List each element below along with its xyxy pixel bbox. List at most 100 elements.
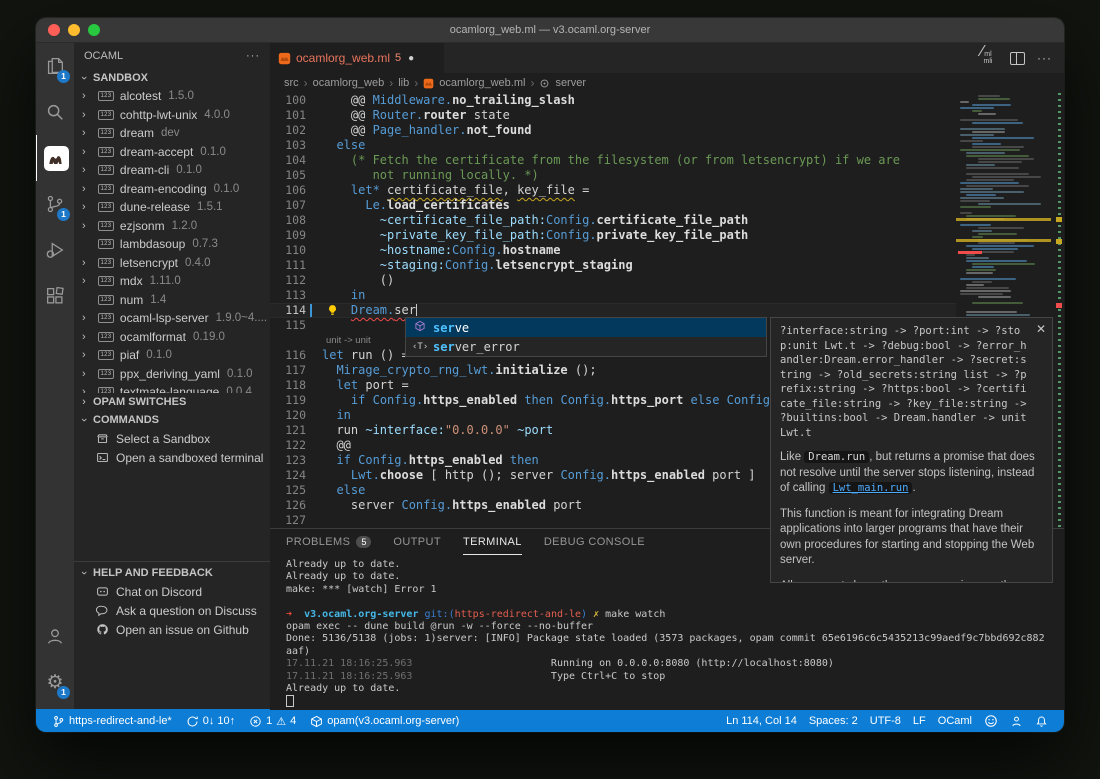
breadcrumb-file[interactable]: ocamlorg_web.ml <box>439 77 525 89</box>
zoom-window-button[interactable] <box>88 24 100 36</box>
package-version-icon: 123 <box>98 128 114 139</box>
status-opam-env[interactable]: opam(v3.ocaml.org-server) <box>304 709 465 732</box>
split-editor-icon[interactable] <box>1010 51 1025 65</box>
activity-ocaml[interactable] <box>36 135 75 181</box>
sidebar-header: OCAML ··· <box>74 43 270 69</box>
title-bar: ocamlorg_web.ml — v3.ocaml.org-server <box>36 18 1064 43</box>
minimize-window-button[interactable] <box>68 24 80 36</box>
activity-search[interactable] <box>36 89 74 135</box>
suggest-item-server_error[interactable]: ‹T› server_error <box>406 337 766 356</box>
sidebar: OCAML ··· › SANDBOX › 123 alcotest 1.5.0 › 12… <box>74 43 270 709</box>
activity-run-debug[interactable] <box>36 227 74 273</box>
section-sandbox-header[interactable]: › SANDBOX <box>74 69 270 87</box>
sandbox-tree-item[interactable]: › 123 dream-encoding 0.1.0 <box>74 180 270 199</box>
code-line[interactable]: 114 Dream.ser <box>270 303 956 318</box>
code-line[interactable]: 110 ~hostname:Config.hostname <box>270 243 956 258</box>
suggest-item-serve[interactable]: serve <box>406 318 766 337</box>
line-number: 126 <box>285 498 306 512</box>
chevron-right-icon: › <box>82 330 86 343</box>
command-select-sandbox[interactable]: Select a Sandbox <box>74 429 270 448</box>
code-line[interactable]: 113 in <box>270 288 956 303</box>
sandbox-tree-item[interactable]: 123 lambdasoup 0.7.3 <box>74 235 270 254</box>
chevron-right-icon: › <box>82 367 86 380</box>
status-language[interactable]: OCaml <box>932 715 978 727</box>
code-line[interactable]: 101 @@ Router.router state <box>270 108 956 123</box>
code-line[interactable]: 104 (* Fetch the certificate from the fi… <box>270 153 956 168</box>
sandbox-tree-item[interactable]: › 123 alcotest 1.5.0 <box>74 87 270 106</box>
ml-mli-switch-icon[interactable]: ml mli ⁄ <box>978 44 998 66</box>
sidebar-more-actions[interactable]: ··· <box>246 50 260 62</box>
sandbox-tree-item[interactable]: › 123 ocamlformat 0.19.0 <box>74 328 270 347</box>
status-indentation[interactable]: Spaces: 2 <box>803 715 864 727</box>
code-line[interactable]: 103 else <box>270 138 956 153</box>
section-opam-switches-header[interactable]: › OPAM SWITCHES <box>74 393 270 411</box>
close-icon[interactable]: ✕ <box>1036 322 1046 336</box>
code-line[interactable]: 100 @@ Middleware.no_trailing_slash <box>270 93 956 108</box>
activity-extensions[interactable] <box>36 273 74 319</box>
sandbox-tree-item[interactable]: › 123 piaf 0.1.0 <box>74 346 270 365</box>
sandbox-tree-item[interactable]: 123 num 1.4 <box>74 291 270 310</box>
code-lens-label[interactable]: unit -> unit <box>326 333 371 348</box>
code-line[interactable]: 107 Le.load_certificates <box>270 198 956 213</box>
chevron-down-icon: › <box>78 418 90 422</box>
sandbox-tree-item[interactable]: › 123 dream-cli 0.1.0 <box>74 161 270 180</box>
chevron-right-icon: › <box>82 164 86 177</box>
inline-code-link[interactable]: Lwt_main.run <box>828 482 913 494</box>
sandbox-tree-item[interactable]: › 123 mdx 1.11.0 <box>74 272 270 291</box>
sandbox-tree-item[interactable]: › 123 ppx_deriving_yaml 0.1.0 <box>74 365 270 384</box>
package-name: alcotest <box>119 89 162 104</box>
line-number: 114 <box>285 303 306 317</box>
activity-accounts[interactable] <box>36 613 74 659</box>
sandbox-tree-item[interactable]: › 123 dune-release 1.5.1 <box>74 198 270 217</box>
status-eol[interactable]: LF <box>907 715 932 727</box>
help-github-issue[interactable]: Open an issue on Github <box>74 620 270 639</box>
command-open-sandboxed-terminal[interactable]: Open a sandboxed terminal <box>74 448 270 467</box>
inline-code: Dream.run <box>804 451 870 463</box>
code-line[interactable]: 102 @@ Page_handler.not_found <box>270 123 956 138</box>
status-encoding[interactable]: UTF-8 <box>864 715 907 727</box>
activity-explorer[interactable]: 1 <box>36 43 74 89</box>
sandbox-tree-item[interactable]: › 123 textmate-language 0.0.4 <box>74 383 270 393</box>
ocaml-camel-icon <box>43 145 69 171</box>
tab-output[interactable]: OUTPUT <box>393 529 441 555</box>
activity-settings[interactable]: ⚙ 1 <box>36 659 74 705</box>
tab-modified-dot[interactable]: ● <box>408 53 414 64</box>
help-ask-discuss[interactable]: Ask a question on Discuss <box>74 601 270 620</box>
code-line[interactable]: 106 let* certificate_file, key_file = <box>270 183 956 198</box>
status-sync[interactable]: 0↓ 10↑ <box>180 709 241 732</box>
status-branch[interactable]: https-redirect-and-le* <box>46 709 178 732</box>
code-line[interactable]: 111 ~staging:Config.letsencrypt_staging <box>270 258 956 273</box>
status-problems[interactable]: 1 ⚠ 4 <box>243 709 302 732</box>
tab-ocamlorg-web[interactable]: ocamlorg_web.ml 5 ● <box>270 43 444 73</box>
code-line[interactable]: 112 () <box>270 273 956 288</box>
tab-terminal[interactable]: TERMINAL <box>463 529 522 555</box>
section-help-header[interactable]: › HELP AND FEEDBACK <box>74 564 270 582</box>
line-number: 104 <box>285 153 306 167</box>
more-actions-icon[interactable]: ··· <box>1037 51 1052 65</box>
sandbox-tree-item[interactable]: › 123 dream-accept 0.1.0 <box>74 143 270 162</box>
sandbox-tree-item[interactable]: › 123 ocaml-lsp-server 1.9.0~4.... <box>74 309 270 328</box>
tab-debug-console[interactable]: DEBUG CONSOLE <box>544 529 645 555</box>
breadcrumb-symbol-server[interactable]: server <box>555 77 586 89</box>
package-version: 0.1.0 <box>176 164 202 177</box>
status-line-col[interactable]: Ln 114, Col 14 <box>720 715 803 727</box>
help-chat-discord[interactable]: Chat on Discord <box>74 582 270 601</box>
sandbox-tree-item[interactable]: › 123 dream dev <box>74 124 270 143</box>
sandbox-tree-item[interactable]: › 123 cohttp-lwt-unix 4.0.0 <box>74 106 270 125</box>
activity-source-control[interactable]: 1 <box>36 181 74 227</box>
code-line[interactable]: 109 ~private_key_file_path:Config.privat… <box>270 228 956 243</box>
sandbox-tree-item[interactable]: › 123 letsencrypt 0.4.0 <box>74 254 270 273</box>
sandbox-tree-item[interactable]: › 123 ezjsonm 1.2.0 <box>74 217 270 236</box>
code-line[interactable]: 105 not running locally. *) <box>270 168 956 183</box>
code-line[interactable]: 108 ~certificate_file_path:Config.certif… <box>270 213 956 228</box>
window-title: ocamlorg_web.ml — v3.ocaml.org-server <box>449 24 651 36</box>
section-commands-header[interactable]: › COMMANDS <box>74 411 270 429</box>
status-notifications[interactable] <box>1029 715 1054 728</box>
status-feedback[interactable] <box>978 714 1004 728</box>
tab-problems[interactable]: PROBLEMS 5 <box>286 529 372 555</box>
breadcrumb-ocamlorg-web[interactable]: ocamlorg_web <box>313 77 385 89</box>
breadcrumb-lib[interactable]: lib <box>398 77 409 89</box>
breadcrumb-src[interactable]: src <box>284 77 299 89</box>
close-window-button[interactable] <box>48 24 60 36</box>
status-person[interactable] <box>1004 715 1029 728</box>
